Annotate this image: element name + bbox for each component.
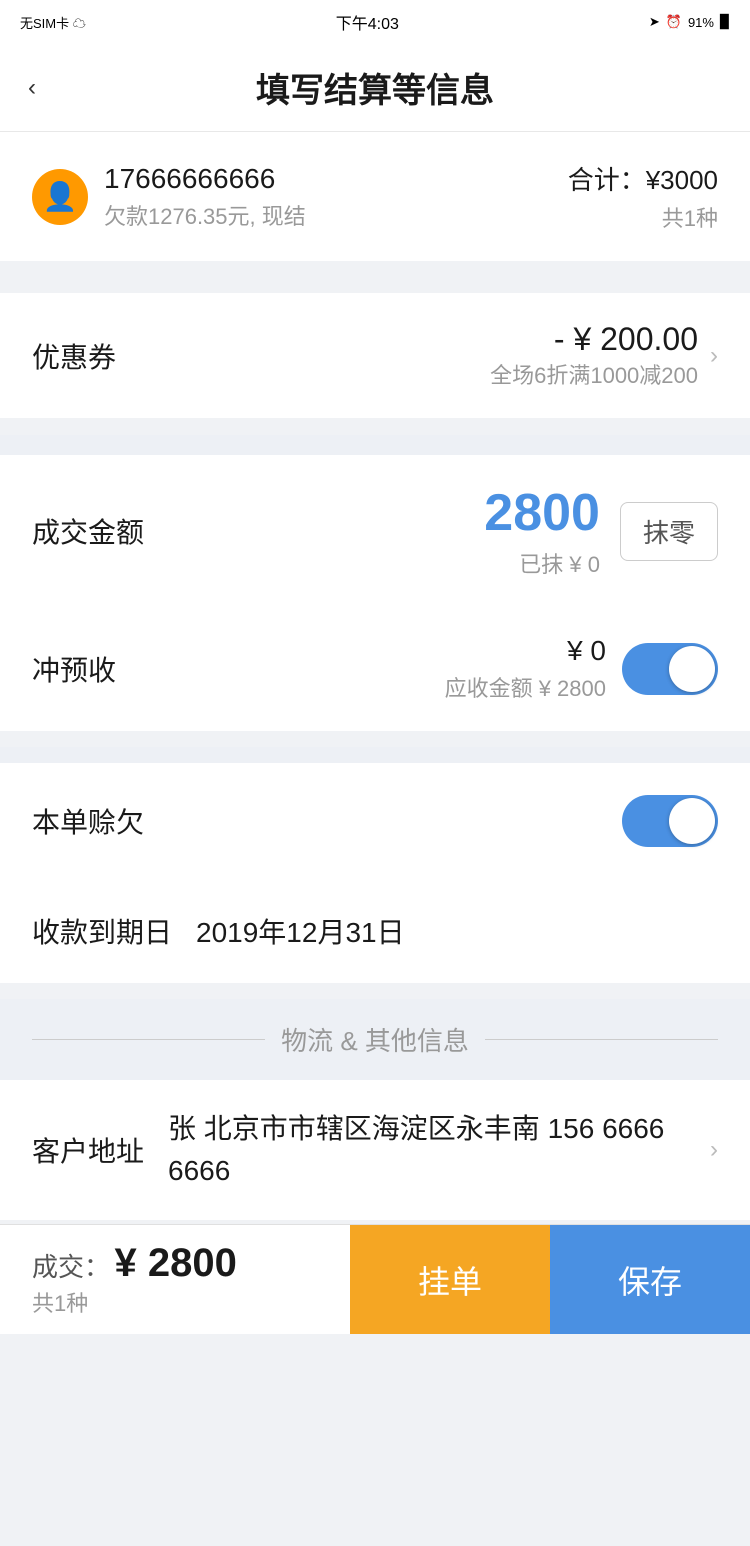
duedate-label: 收款到期日 xyxy=(32,911,172,951)
nav-bar: ‹ 填写结算等信息 xyxy=(0,44,750,132)
hang-button[interactable]: 挂单 xyxy=(350,1225,550,1334)
deal-amount-value: 2800 xyxy=(484,483,600,543)
status-bar: 无SIM卡 ☁ 下午4:03 ➤ ⏰ 91% ▉ xyxy=(0,0,750,44)
address-label: 客户地址 xyxy=(32,1130,144,1170)
customer-sub: 欠款1276.35元, 现结 xyxy=(104,199,306,231)
address-row[interactable]: 客户地址 张 北京市市辖区海淀区永丰南 156 6666 6666 › xyxy=(0,1080,750,1220)
bottom-deal-sub: 共1种 xyxy=(32,1286,318,1318)
credit-toggle-knob xyxy=(669,798,715,844)
bottom-deal-label: 成交： xyxy=(32,1252,110,1282)
address-value: 张 北京市市辖区海淀区永丰南 156 6666 6666 xyxy=(168,1108,706,1192)
coupon-right: - ¥ 200.00 全场6折满1000减200 › xyxy=(490,321,718,390)
duedate-value: 2019年12月31日 xyxy=(196,911,405,951)
prepay-label: 冲预收 xyxy=(32,649,116,689)
battery-icon: ▉ xyxy=(720,14,730,30)
divider-1 xyxy=(0,277,750,293)
prepay-right: ¥ 0 应收金额 ¥ 2800 xyxy=(445,635,718,703)
coupon-discount: - ¥ 200.00 xyxy=(490,321,698,358)
avatar: 👤 xyxy=(32,169,88,225)
customer-phone: 17666666666 xyxy=(104,163,306,195)
credit-row: 本单赊欠 xyxy=(0,763,750,879)
battery-label: 91% xyxy=(688,15,714,30)
prepay-amount: ¥ 0 xyxy=(445,635,606,667)
logistics-divider: 物流 & 其他信息 xyxy=(0,999,750,1080)
divider-2 xyxy=(0,435,750,455)
deal-amount-right: 2800 已抹 ¥ 0 抹零 xyxy=(484,483,718,579)
logistics-text: 物流 & 其他信息 xyxy=(281,1021,469,1058)
credit-label: 本单赊欠 xyxy=(32,801,144,841)
location-icon: ➤ xyxy=(649,14,660,30)
deal-amount-row: 成交金额 2800 已抹 ¥ 0 抹零 xyxy=(0,455,750,607)
alarm-icon: ⏰ xyxy=(666,14,682,30)
sim-label: 无SIM卡 ☁ xyxy=(20,13,86,32)
credit-toggle[interactable] xyxy=(622,795,718,847)
coupon-section: 优惠券 - ¥ 200.00 全场6折满1000减200 › xyxy=(0,293,750,419)
deal-amount-section: 成交金额 2800 已抹 ¥ 0 抹零 冲预收 ¥ 0 应收金额 ¥ 2800 xyxy=(0,455,750,731)
customer-section: 👤 17666666666 欠款1276.35元, 现结 合计：¥3000 共1… xyxy=(0,132,750,261)
deal-amount-sub: 已抹 ¥ 0 xyxy=(484,547,600,579)
coupon-row[interactable]: 优惠券 - ¥ 200.00 全场6折满1000减200 › xyxy=(0,293,750,419)
total-amount: 合计：¥3000 xyxy=(568,160,718,197)
customer-info: 17666666666 欠款1276.35元, 现结 xyxy=(104,163,306,231)
save-button[interactable]: 保存 xyxy=(550,1225,750,1334)
customer-row: 👤 17666666666 欠款1276.35元, 现结 合计：¥3000 共1… xyxy=(0,132,750,261)
prepay-sub: 应收金额 ¥ 2800 xyxy=(445,671,606,703)
prepay-amount-block: ¥ 0 应收金额 ¥ 2800 xyxy=(445,635,606,703)
divider-3 xyxy=(0,747,750,763)
coupon-desc: 全场6折满1000减200 xyxy=(490,358,698,390)
prepay-row: 冲预收 ¥ 0 应收金额 ¥ 2800 xyxy=(0,607,750,731)
customer-left: 👤 17666666666 欠款1276.35元, 现结 xyxy=(32,163,306,231)
bottom-info: 成交： ¥ 2800 共1种 xyxy=(0,1225,350,1334)
toggle-knob xyxy=(669,646,715,692)
logistics-line-right xyxy=(485,1039,718,1040)
round-btn[interactable]: 抹零 xyxy=(620,502,718,561)
bottom-deal-amount: ¥ 2800 xyxy=(114,1241,236,1285)
status-time: 下午4:03 xyxy=(336,10,399,34)
bottom-bar: 成交： ¥ 2800 共1种 挂单 保存 xyxy=(0,1224,750,1334)
prepay-toggle[interactable] xyxy=(622,643,718,695)
status-left: 无SIM卡 ☁ xyxy=(20,13,86,32)
customer-right: 合计：¥3000 共1种 xyxy=(568,160,718,233)
coupon-chevron-icon: › xyxy=(710,342,718,370)
logistics-line-left xyxy=(32,1039,265,1040)
back-button[interactable]: ‹ xyxy=(28,74,36,102)
duedate-row: 收款到期日 2019年12月31日 xyxy=(0,879,750,983)
status-right: ➤ ⏰ 91% ▉ xyxy=(649,14,730,30)
address-section: 客户地址 张 北京市市辖区海淀区永丰南 156 6666 6666 › xyxy=(0,1080,750,1220)
page-title: 填写结算等信息 xyxy=(256,63,494,112)
bottom-deal-row: 成交： ¥ 2800 xyxy=(32,1241,318,1286)
deal-amount-label: 成交金额 xyxy=(32,511,144,551)
credit-section: 本单赊欠 收款到期日 2019年12月31日 xyxy=(0,763,750,983)
address-chevron-icon: › xyxy=(710,1136,718,1164)
coupon-label: 优惠券 xyxy=(32,336,116,376)
total-sub: 共1种 xyxy=(568,201,718,233)
avatar-icon: 👤 xyxy=(43,180,78,213)
